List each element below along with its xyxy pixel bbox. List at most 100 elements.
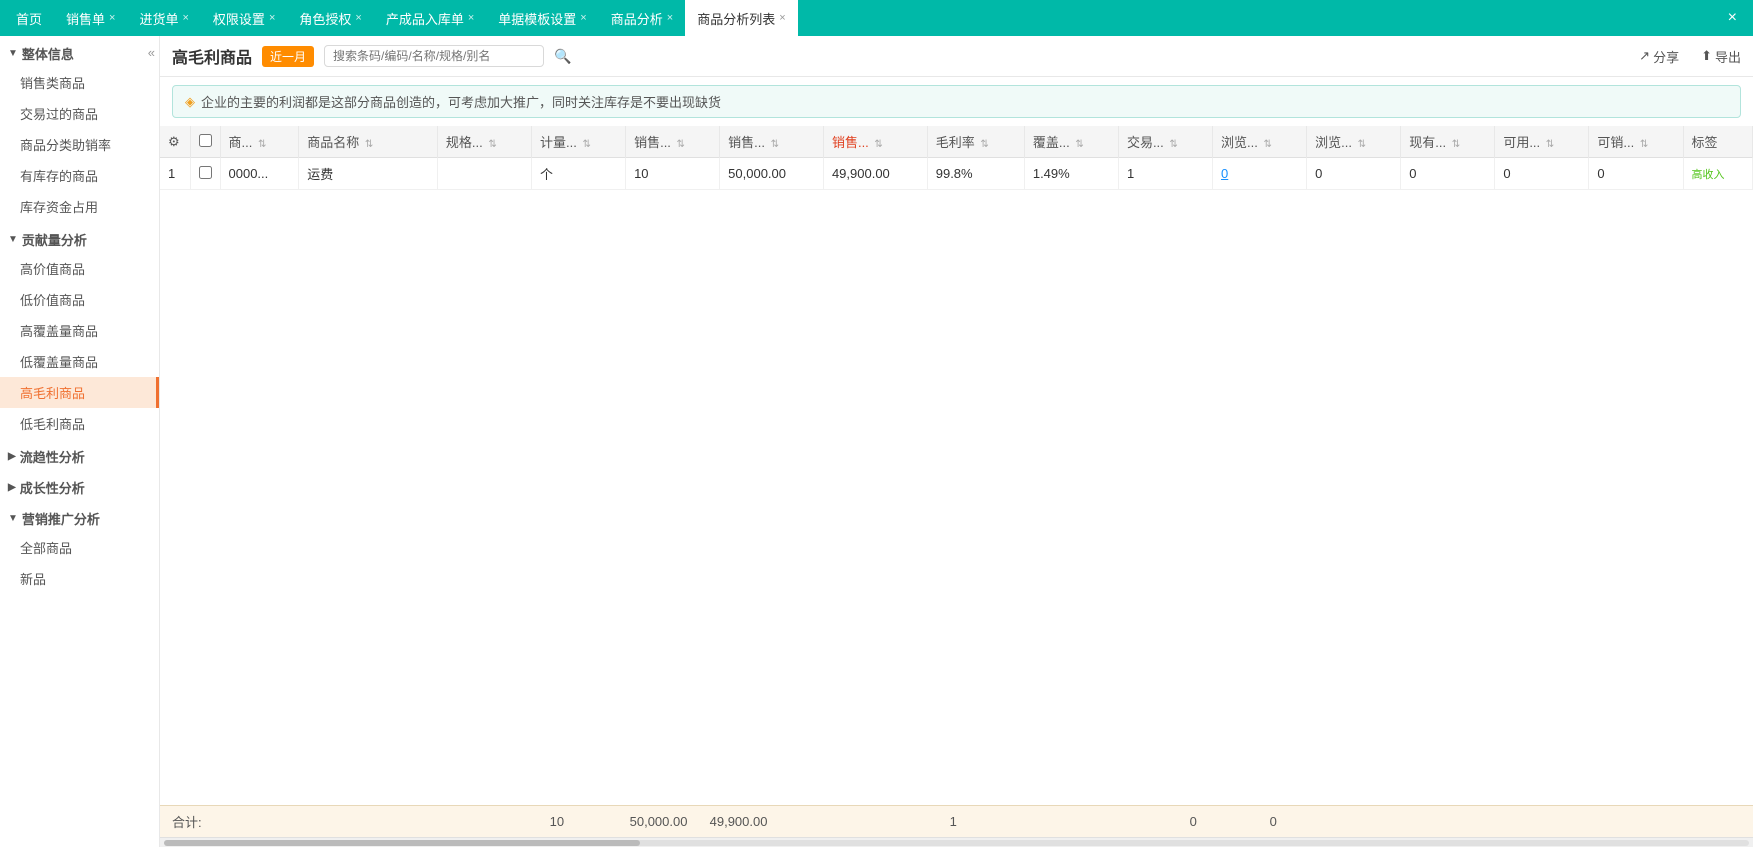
col-current-stock[interactable]: 现有... ⇅ (1401, 126, 1495, 158)
footer-available: 0 (1262, 814, 1342, 829)
nav-close-purchase-order[interactable]: × (182, 12, 188, 24)
sidebar-item-high-margin[interactable]: 高毛利商品 (0, 377, 159, 408)
sidebar-item-category-rate[interactable]: 商品分类助销率 (0, 129, 159, 160)
cell-current-stock: 0 (1401, 158, 1495, 190)
info-icon: ◈ (185, 94, 195, 110)
sidebar-item-new-products[interactable]: 新品 (0, 563, 159, 594)
nav-close-production-inbound[interactable]: × (468, 12, 474, 24)
cell-index: 1 (160, 158, 190, 190)
sidebar-group-growth[interactable]: ▶ 成长性分析 (0, 470, 159, 501)
nav-product-analysis[interactable]: 商品分析 × (599, 0, 685, 36)
cell-unit: 个 (531, 158, 625, 190)
cell-spec (437, 158, 531, 190)
content-header: 高毛利商品 近一月 🔍 ↗ 分享 ⬆ 导出 (160, 36, 1753, 77)
col-coverage[interactable]: 覆盖... ⇅ (1024, 126, 1118, 158)
nav-close-sales-order[interactable]: × (109, 12, 115, 24)
sidebar-item-stock-capital[interactable]: 库存资金占用 (0, 191, 159, 222)
col-trade[interactable]: 交易... ⇅ (1118, 126, 1212, 158)
footer-current-stock: 0 (1182, 814, 1262, 829)
sidebar-group-trend[interactable]: ▶ 流趋性分析 (0, 439, 159, 470)
group-arrow-growth: ▶ (8, 482, 16, 493)
info-banner: ◈ 企业的主要的利润都是这部分商品创造的，可考虑加大推广，同时关注库存是不要出现… (172, 85, 1741, 118)
nav-template-setting[interactable]: 单据模板设置 × (486, 0, 598, 36)
cell-sales-amount: 50,000.00 (720, 158, 824, 190)
nav-close-product-analysis[interactable]: × (667, 12, 673, 24)
group-arrow-contribution: ▼ (8, 234, 18, 245)
export-button[interactable]: ⬆ 导出 (1701, 47, 1741, 66)
col-name[interactable]: 商品名称 ⇅ (299, 126, 438, 158)
sidebar-group-contribution[interactable]: ▼ 贡献量分析 (0, 222, 159, 253)
nav-sales-order[interactable]: 销售单 × (54, 0, 127, 36)
col-sales-cost[interactable]: 销售... ⇅ (823, 126, 927, 158)
group-arrow-overall: ▼ (8, 48, 18, 59)
product-table-container: ⚙ 商... ⇅ 商品名称 ⇅ (160, 126, 1753, 805)
cell-sales-cost: 49,900.00 (823, 158, 927, 190)
nav-production-inbound[interactable]: 产成品入库单 × (374, 0, 486, 36)
window-close-button[interactable]: × (1716, 9, 1749, 27)
col-views2[interactable]: 浏览... ⇅ (1307, 126, 1401, 158)
sidebar-group-marketing[interactable]: ▼ 营销推广分析 (0, 501, 159, 532)
sidebar-item-traded-products[interactable]: 交易过的商品 (0, 98, 159, 129)
col-sales-amount[interactable]: 销售... ⇅ (720, 126, 824, 158)
sidebar-collapse-button[interactable]: « (148, 44, 155, 60)
row-checkbox[interactable] (199, 166, 212, 179)
cell-trade: 1 (1118, 158, 1212, 190)
sidebar-item-low-value[interactable]: 低价值商品 (0, 284, 159, 315)
nav-purchase-order[interactable]: 进货单 × (127, 0, 200, 36)
table-footer: 合计: 10 50,000.00 49,900.00 1 0 0 (160, 805, 1753, 837)
cell-sales-qty: 10 (626, 158, 720, 190)
nav-permission-setting[interactable]: 权限设置 × (201, 0, 287, 36)
top-nav: 首页 销售单 × 进货单 × 权限设置 × 角色授权 × 产成品入库单 × 单据… (0, 0, 1753, 36)
table-row: 1 0000... 运费 个 10 50,000.00 49,900.00 99… (160, 158, 1753, 190)
cell-coverage: 1.49% (1024, 158, 1118, 190)
cell-available: 0 (1495, 158, 1589, 190)
nav-product-analysis-list[interactable]: 商品分析列表 × (685, 0, 797, 36)
select-all-checkbox[interactable] (199, 134, 212, 147)
col-settings[interactable]: ⚙ (160, 126, 190, 158)
col-sales-qty[interactable]: 销售... ⇅ (626, 126, 720, 158)
footer-trade: 1 (942, 814, 1022, 829)
footer-sales-amount: 50,000.00 (622, 814, 702, 829)
search-button[interactable]: 🔍 (554, 48, 571, 65)
share-button[interactable]: ↗ 分享 (1639, 47, 1679, 66)
cell-checkbox (190, 158, 220, 190)
col-gross-margin[interactable]: 毛利率 ⇅ (927, 126, 1024, 158)
cell-views2: 0 (1307, 158, 1401, 190)
cell-views1[interactable]: 0 (1213, 158, 1307, 190)
search-input[interactable] (324, 45, 544, 67)
main-layout: « ▼ 整体信息 销售类商品 交易过的商品 商品分类助销率 有库存的商品 库存资… (0, 36, 1753, 847)
cell-sellable: 0 (1589, 158, 1683, 190)
nav-home[interactable]: 首页 (4, 0, 54, 36)
scrollbar-track[interactable] (164, 840, 1749, 846)
sidebar-item-high-value[interactable]: 高价值商品 (0, 253, 159, 284)
nav-role-auth[interactable]: 角色授权 × (287, 0, 373, 36)
scrollbar-thumb[interactable] (164, 840, 640, 846)
col-available[interactable]: 可用... ⇅ (1495, 126, 1589, 158)
period-button[interactable]: 近一月 (262, 46, 314, 67)
col-tag[interactable]: 标签 (1683, 126, 1753, 158)
sidebar-item-stocked-products[interactable]: 有库存的商品 (0, 160, 159, 191)
col-code[interactable]: 商... ⇅ (220, 126, 299, 158)
nav-close-permission-setting[interactable]: × (269, 12, 275, 24)
nav-close-template-setting[interactable]: × (580, 12, 586, 24)
table-header-row: ⚙ 商... ⇅ 商品名称 ⇅ (160, 126, 1753, 158)
col-views1[interactable]: 浏览... ⇅ (1213, 126, 1307, 158)
sidebar-group-overall[interactable]: ▼ 整体信息 (0, 36, 159, 67)
footer-label: 合计: (172, 812, 202, 831)
horizontal-scrollbar[interactable] (160, 837, 1753, 847)
content-area: 高毛利商品 近一月 🔍 ↗ 分享 ⬆ 导出 ◈ 企业的主要的利润都是这部分商品创… (160, 36, 1753, 847)
sidebar-item-all-products[interactable]: 全部商品 (0, 532, 159, 563)
sidebar-item-high-coverage[interactable]: 高覆盖量商品 (0, 315, 159, 346)
page-title: 高毛利商品 (172, 44, 252, 68)
export-icon: ⬆ (1701, 48, 1712, 64)
settings-icon: ⚙ (168, 134, 180, 149)
col-spec[interactable]: 规格... ⇅ (437, 126, 531, 158)
sidebar-item-low-margin[interactable]: 低毛利商品 (0, 408, 159, 439)
col-sellable[interactable]: 可销... ⇅ (1589, 126, 1683, 158)
nav-close-product-analysis-list[interactable]: × (779, 12, 785, 24)
sidebar-item-low-coverage[interactable]: 低覆盖量商品 (0, 346, 159, 377)
col-unit[interactable]: 计量... ⇅ (531, 126, 625, 158)
sidebar-item-sales-products[interactable]: 销售类商品 (0, 67, 159, 98)
product-table: ⚙ 商... ⇅ 商品名称 ⇅ (160, 126, 1753, 190)
nav-close-role-auth[interactable]: × (355, 12, 361, 24)
